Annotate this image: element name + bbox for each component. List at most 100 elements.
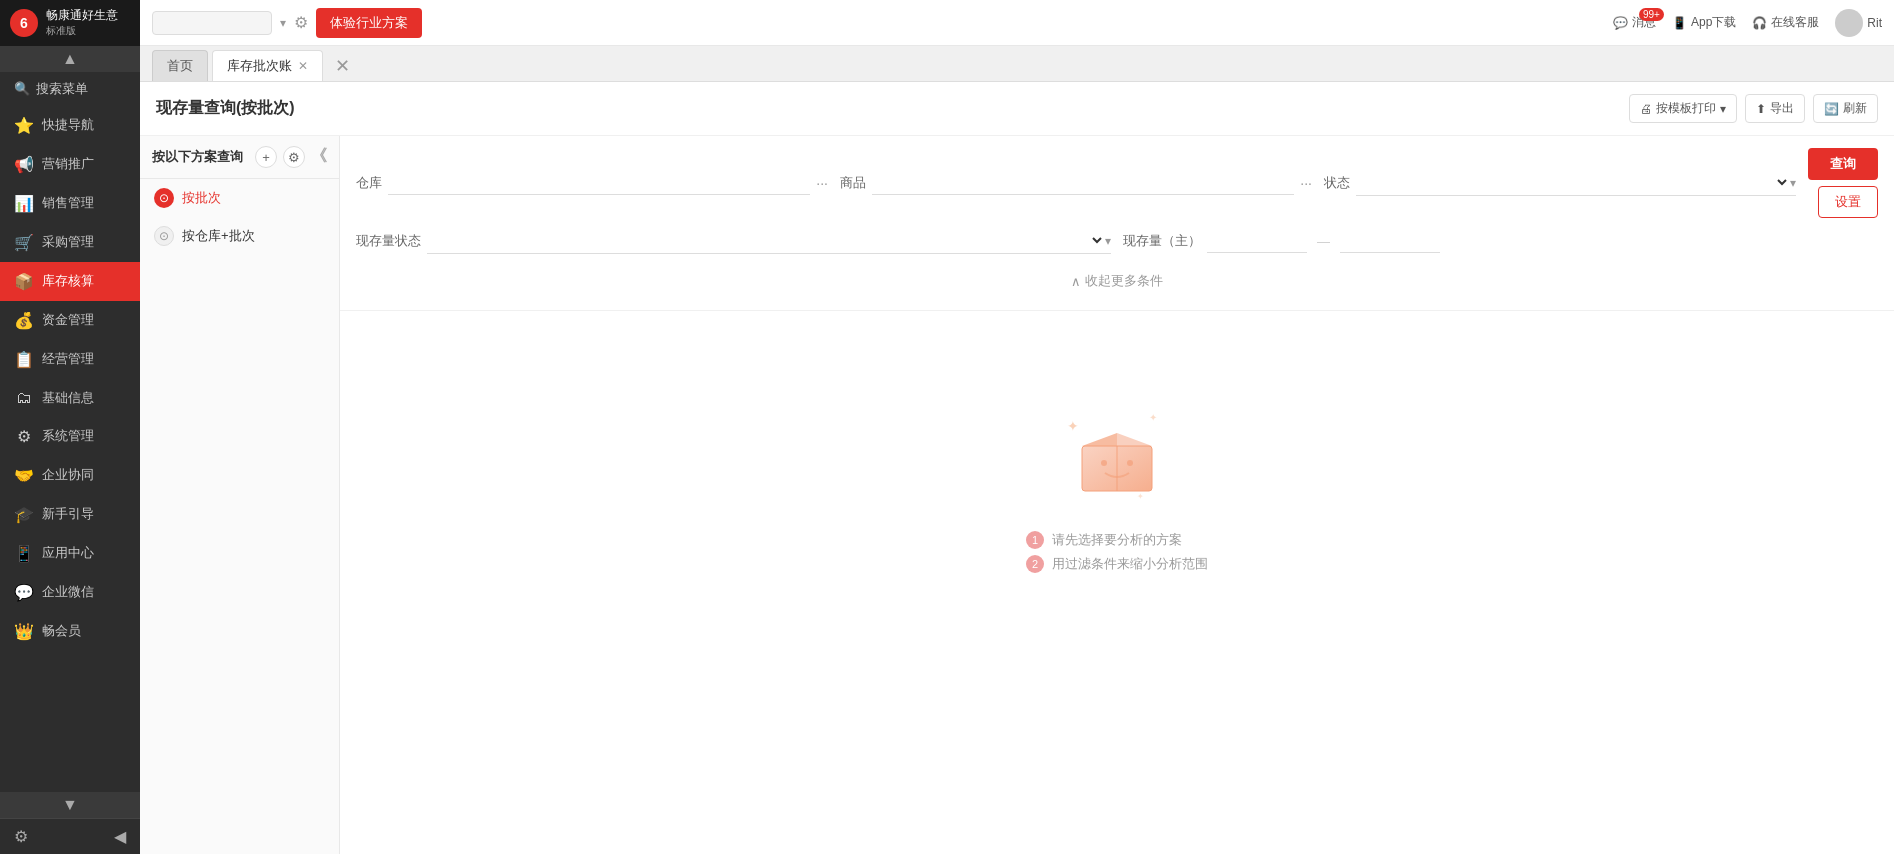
export-icon: ⬆ — [1756, 102, 1766, 116]
left-panel-add-btn[interactable]: + — [255, 146, 277, 168]
user-avatar-action[interactable]: Rit — [1835, 9, 1882, 37]
warehouse-dots[interactable]: ··· — [816, 175, 828, 191]
sales-icon: 📊 — [14, 194, 34, 213]
product-label: 商品 — [840, 174, 866, 192]
app-download-action[interactable]: 📱 App下载 — [1672, 14, 1736, 31]
product-dots[interactable]: ··· — [1300, 175, 1312, 191]
tab-batch-account-label: 库存批次账 — [227, 57, 292, 75]
sidebar-item-label: 畅会员 — [42, 622, 81, 640]
sidebar-item-label: 营销推广 — [42, 155, 94, 173]
batch-item-icon: ⊙ — [154, 188, 174, 208]
sidebar-item-inventory[interactable]: 📦 库存核算 — [0, 262, 140, 301]
sidebar-item-newbie[interactable]: 🎓 新手引导 — [0, 495, 140, 534]
print-dropdown-icon: ▾ — [1720, 102, 1726, 116]
operation-icon: 📋 — [14, 350, 34, 369]
sidebar-item-member[interactable]: 👑 畅会员 — [0, 612, 140, 651]
purchase-icon: 🛒 — [14, 233, 34, 252]
hint-text-2: 用过滤条件来缩小分析范围 — [1052, 555, 1208, 573]
svg-marker-1 — [1082, 433, 1117, 446]
left-panel-item-batch[interactable]: ⊙ 按批次 — [140, 179, 339, 217]
tab-close-icon[interactable]: ✕ — [298, 59, 308, 73]
product-input[interactable] — [872, 171, 1294, 195]
status-dropdown-icon: ▾ — [1790, 176, 1796, 190]
online-service-action[interactable]: 🎧 在线客服 — [1752, 14, 1819, 31]
stock-status-label: 现存量状态 — [356, 232, 421, 250]
sidebar-item-label: 经营管理 — [42, 350, 94, 368]
sidebar-item-quicknav[interactable]: ⭐ 快捷导航 — [0, 106, 140, 145]
hint-num-2: 2 — [1026, 555, 1044, 573]
hint-item-2: 2 用过滤条件来缩小分析范围 — [1026, 555, 1208, 573]
breadcrumb-dropdown-icon[interactable]: ▾ — [280, 16, 286, 30]
basic-icon: 🗂 — [14, 389, 34, 407]
sidebar-item-basic[interactable]: 🗂 基础信息 — [0, 379, 140, 417]
refresh-btn[interactable]: 🔄 刷新 — [1813, 94, 1878, 123]
sidebar-company-info: 畅康通好生意 标准版 — [46, 8, 118, 38]
left-panel-collapse-btn[interactable]: 《 — [311, 146, 327, 168]
svg-text:✦: ✦ — [1149, 412, 1157, 423]
sidebar-scroll-down[interactable]: ▼ — [0, 792, 140, 818]
batch-item-label: 按批次 — [182, 189, 221, 207]
main-content: 现存量查询(按批次) 🖨 按模板打印 ▾ ⬆ 导出 🔄 刷新 — [140, 82, 1894, 854]
stock-qty-separator: — — [1317, 234, 1330, 249]
sidebar-item-appcenter[interactable]: 📱 应用中心 — [0, 534, 140, 573]
filter-settings-btn[interactable]: 设置 — [1818, 186, 1878, 218]
sidebar-item-system[interactable]: ⚙ 系统管理 — [0, 417, 140, 456]
page-actions: 🖨 按模板打印 ▾ ⬆ 导出 🔄 刷新 — [1629, 94, 1878, 123]
inventory-icon: 📦 — [14, 272, 34, 291]
topbar-gear-icon[interactable]: ⚙ — [294, 13, 308, 32]
search-label: 搜索菜单 — [36, 80, 88, 98]
sidebar-item-label: 企业协同 — [42, 466, 94, 484]
online-service-label: 在线客服 — [1771, 14, 1819, 31]
hint-item-1: 1 请先选择要分析的方案 — [1026, 531, 1208, 549]
hint-num-1: 1 — [1026, 531, 1044, 549]
sidebar-item-sales[interactable]: 📊 销售管理 — [0, 184, 140, 223]
marketing-icon: 📢 — [14, 155, 34, 174]
sidebar-scroll-up[interactable]: ▲ — [0, 46, 140, 72]
sidebar-search[interactable]: 🔍 搜索菜单 — [0, 72, 140, 106]
filter-area: 仓库 ··· 商品 ··· 状态 — [340, 136, 1894, 311]
stock-status-dropdown-icon: ▾ — [1105, 234, 1111, 248]
sidebar-item-finance[interactable]: 💰 资金管理 — [0, 301, 140, 340]
collapse-sidebar-icon[interactable]: ◀ — [114, 827, 126, 846]
industry-btn[interactable]: 体验行业方案 — [316, 8, 422, 38]
tab-batch-account[interactable]: 库存批次账 ✕ — [212, 50, 323, 81]
export-label: 导出 — [1770, 100, 1794, 117]
filter-row-2: 现存量状态 ▾ 现存量（主） — — [356, 228, 1878, 254]
sidebar-scroll: 🔍 搜索菜单 ⭐ 快捷导航 📢 营销推广 📊 销售管理 🛒 采购管理 📦 库存核… — [0, 72, 140, 792]
export-btn[interactable]: ⬆ 导出 — [1745, 94, 1805, 123]
sidebar-item-marketing[interactable]: 📢 营销推广 — [0, 145, 140, 184]
breadcrumb-input[interactable] — [152, 11, 272, 35]
settings-icon[interactable]: ⚙ — [14, 827, 28, 846]
left-panel-settings-btn[interactable]: ⚙ — [283, 146, 305, 168]
sidebar-item-label: 企业微信 — [42, 583, 94, 601]
status-select[interactable] — [1356, 170, 1790, 195]
warehouse-batch-item-label: 按仓库+批次 — [182, 227, 255, 245]
sidebar-item-enterprise[interactable]: 🤝 企业协同 — [0, 456, 140, 495]
warehouse-input[interactable] — [388, 171, 810, 195]
tab-home-label: 首页 — [167, 57, 193, 75]
stock-status-select[interactable] — [427, 228, 1105, 253]
svg-text:✦: ✦ — [1067, 418, 1079, 434]
username-label: Rit — [1867, 16, 1882, 30]
sidebar-item-wechat[interactable]: 💬 企业微信 — [0, 573, 140, 612]
system-icon: ⚙ — [14, 427, 34, 446]
left-panel-item-warehouse-batch[interactable]: ⊙ 按仓库+批次 — [140, 217, 339, 255]
stock-qty-max[interactable] — [1340, 229, 1440, 253]
search-icon: 🔍 — [14, 81, 30, 96]
panel-close-button[interactable]: ✕ — [335, 55, 350, 77]
sidebar-item-purchase[interactable]: 🛒 采购管理 — [0, 223, 140, 262]
stock-qty-min[interactable] — [1207, 229, 1307, 253]
messages-action[interactable]: 💬 消息 99+ — [1613, 14, 1656, 31]
tab-home[interactable]: 首页 — [152, 50, 208, 81]
sidebar-header: 6 畅康通好生意 标准版 — [0, 0, 140, 46]
collapse-more-btn[interactable]: ∧ 收起更多条件 — [356, 264, 1878, 298]
empty-illustration: ✦ ✦ ✦ — [1057, 391, 1177, 511]
print-label: 按模板打印 — [1656, 100, 1716, 117]
stock-qty-filter: 现存量（主） — — [1123, 229, 1878, 253]
status-filter: 状态 ▾ — [1324, 170, 1796, 196]
print-btn[interactable]: 🖨 按模板打印 ▾ — [1629, 94, 1737, 123]
avatar — [1835, 9, 1863, 37]
query-btn[interactable]: 查询 — [1808, 148, 1878, 180]
sidebar-item-operation[interactable]: 📋 经营管理 — [0, 340, 140, 379]
empty-hints: 1 请先选择要分析的方案 2 用过滤条件来缩小分析范围 — [1026, 531, 1208, 579]
